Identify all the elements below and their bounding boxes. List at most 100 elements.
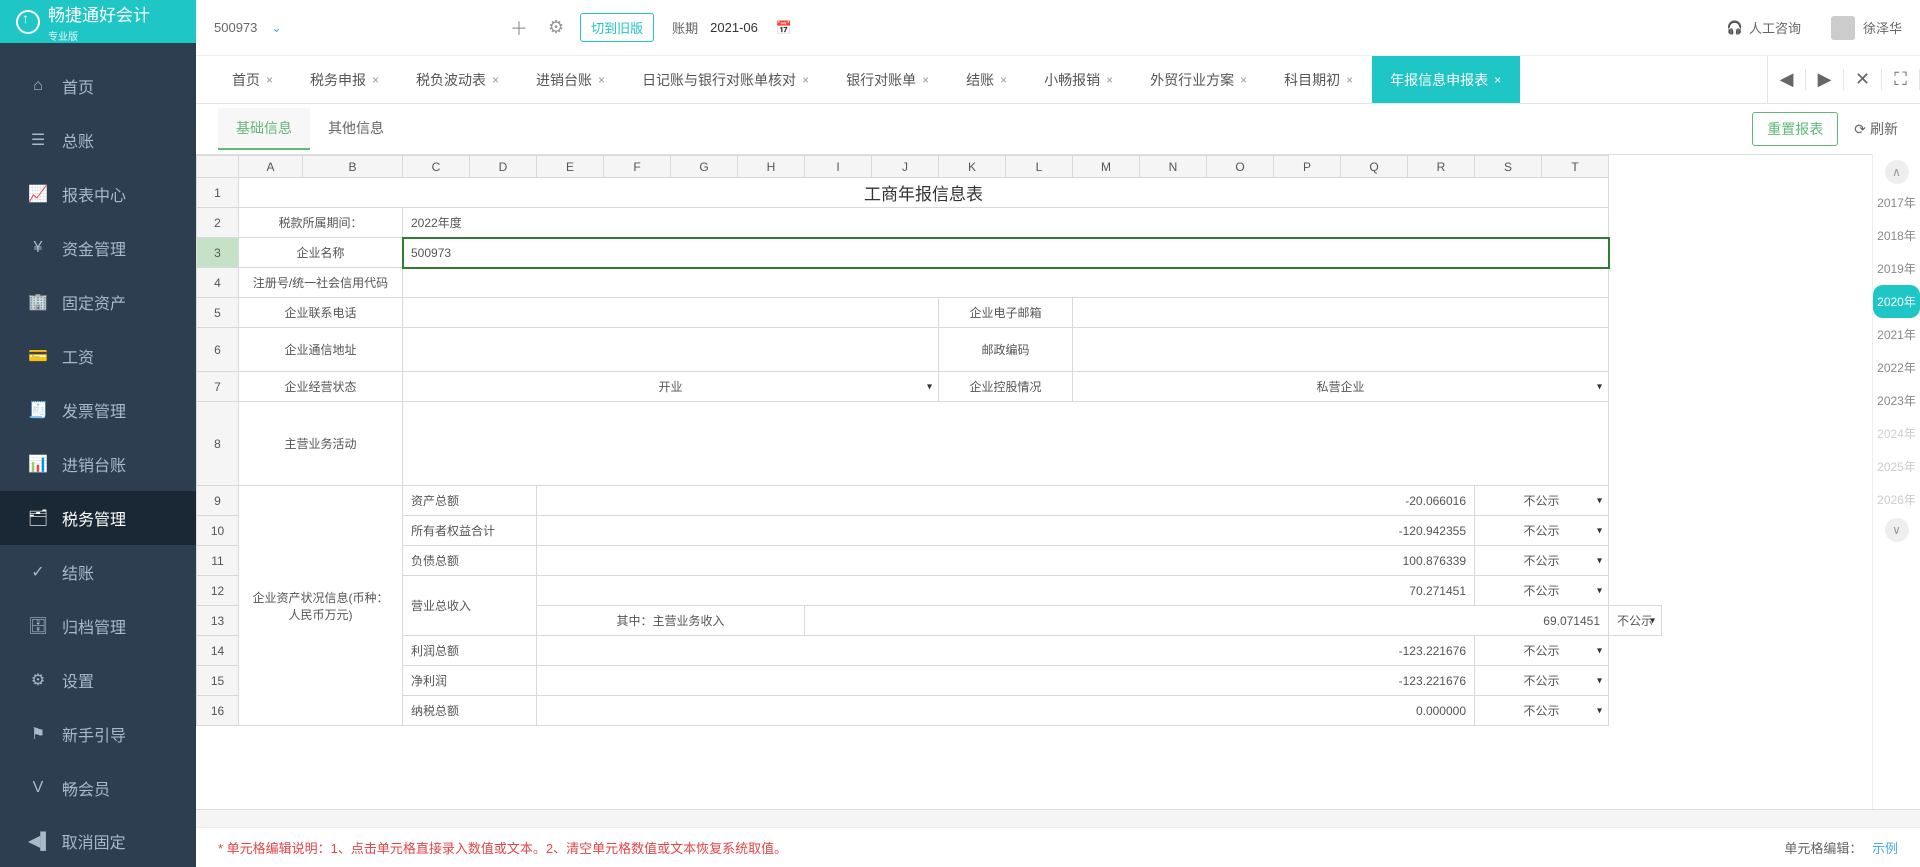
sidebar-item-0[interactable]: ⌂首页: [0, 59, 196, 113]
rebuild-report-button[interactable]: 重置报表: [1752, 112, 1838, 146]
year-2022年[interactable]: 2022年: [1873, 351, 1920, 384]
row-header-14[interactable]: 14: [197, 636, 239, 666]
col-header-N[interactable]: N: [1140, 156, 1207, 178]
refresh-button[interactable]: ⟳ 刷新: [1854, 119, 1898, 139]
period-val[interactable]: 2022年度: [403, 208, 1609, 238]
sidebar-item-10[interactable]: 🗄归档管理: [0, 599, 196, 653]
row-header-6[interactable]: 6: [197, 328, 239, 372]
tab-4[interactable]: 日记账与银行对账单核对×: [624, 56, 828, 103]
col-header-J[interactable]: J: [872, 156, 939, 178]
user-menu[interactable]: 徐泽华: [1831, 16, 1902, 40]
close-icon[interactable]: ×: [1000, 73, 1007, 87]
row-header-1[interactable]: 1: [197, 178, 239, 208]
unpin-button[interactable]: ◀▌ 取消固定: [0, 815, 196, 867]
year-2018年[interactable]: 2018年: [1873, 219, 1920, 252]
fin-pub-15[interactable]: 不公示: [1475, 666, 1609, 696]
close-icon[interactable]: ×: [492, 73, 499, 87]
tab-5[interactable]: 银行对账单×: [828, 56, 948, 103]
col-header-R[interactable]: R: [1408, 156, 1475, 178]
close-icon[interactable]: ×: [1494, 73, 1501, 87]
close-icon[interactable]: ×: [266, 73, 273, 87]
tab-7[interactable]: 小畅报销×: [1026, 56, 1132, 103]
row-header-7[interactable]: 7: [197, 372, 239, 402]
footer-example-link[interactable]: 示例: [1872, 841, 1898, 856]
col-header-I[interactable]: I: [805, 156, 872, 178]
col-header-K[interactable]: K: [939, 156, 1006, 178]
tab-10[interactable]: 年报信息申报表×: [1372, 56, 1520, 103]
row-header-4[interactable]: 4: [197, 268, 239, 298]
tab-0[interactable]: 首页×: [214, 56, 292, 103]
row-header-13[interactable]: 13: [197, 606, 239, 636]
col-header-M[interactable]: M: [1073, 156, 1140, 178]
col-header-L[interactable]: L: [1006, 156, 1073, 178]
fin-pub-9[interactable]: 不公示: [1475, 486, 1609, 516]
add-icon[interactable]: ＋: [506, 11, 532, 45]
year-2020年[interactable]: 2020年: [1873, 285, 1920, 318]
row-val1-7[interactable]: 开业: [403, 372, 939, 402]
horizontal-scrollbar[interactable]: [196, 809, 1920, 827]
fin-pub-14[interactable]: 不公示: [1475, 636, 1609, 666]
sidebar-item-3[interactable]: ¥资金管理: [0, 221, 196, 275]
close-icon[interactable]: ×: [922, 73, 929, 87]
subtab-1[interactable]: 其他信息: [310, 108, 402, 150]
col-header-C[interactable]: C: [403, 156, 470, 178]
sidebar-item-1[interactable]: ☰总账: [0, 113, 196, 167]
sidebar-item-6[interactable]: 🧾发票管理: [0, 383, 196, 437]
subtab-0[interactable]: 基础信息: [218, 108, 310, 150]
row-val-4[interactable]: [403, 268, 1609, 298]
year-2017年[interactable]: 2017年: [1873, 186, 1920, 219]
gear-icon[interactable]: ⚙: [544, 13, 568, 42]
close-icon[interactable]: ×: [372, 73, 379, 87]
year-2019年[interactable]: 2019年: [1873, 252, 1920, 285]
close-icon[interactable]: ×: [1346, 73, 1353, 87]
col-header-E[interactable]: E: [537, 156, 604, 178]
tab-3[interactable]: 进销台账×: [518, 56, 624, 103]
row-val2-6[interactable]: [1073, 328, 1609, 372]
col-header-P[interactable]: P: [1274, 156, 1341, 178]
fin-pub-13[interactable]: 不公示: [1609, 606, 1662, 636]
close-icon[interactable]: ×: [1240, 73, 1247, 87]
row-header-15[interactable]: 15: [197, 666, 239, 696]
tab-9[interactable]: 科目期初×: [1266, 56, 1372, 103]
calendar-icon[interactable]: 📅: [776, 20, 792, 36]
col-header-H[interactable]: H: [738, 156, 805, 178]
year-2021年[interactable]: 2021年: [1873, 318, 1920, 351]
fin-val-9[interactable]: -20.066016: [537, 486, 1475, 516]
sidebar-item-13[interactable]: V畅会员: [0, 761, 196, 815]
year-down-button[interactable]: ∨: [1885, 518, 1909, 542]
fin-pub-10[interactable]: 不公示: [1475, 516, 1609, 546]
row-header-2[interactable]: 2: [197, 208, 239, 238]
spreadsheet[interactable]: ABCDEFGHIJKLMNOPQRST1工商年报信息表2税款所属期间：2022…: [196, 154, 1872, 809]
fin-val-11[interactable]: 100.876339: [537, 546, 1475, 576]
col-header-S[interactable]: S: [1475, 156, 1542, 178]
row-header-16[interactable]: 16: [197, 696, 239, 726]
tab-2[interactable]: 税负波动表×: [398, 56, 518, 103]
sidebar-item-8[interactable]: 🗂税务管理: [0, 491, 196, 545]
row-header-3[interactable]: 3: [197, 238, 239, 268]
tab-6[interactable]: 结账×: [948, 56, 1026, 103]
col-header-B[interactable]: B: [303, 156, 403, 178]
sidebar-item-7[interactable]: 📊进销台账: [0, 437, 196, 491]
fin-val-10[interactable]: -120.942355: [537, 516, 1475, 546]
col-header-G[interactable]: G: [671, 156, 738, 178]
fullscreen-icon[interactable]: ⛶: [1882, 69, 1920, 90]
fin-val-12[interactable]: 70.271451: [537, 576, 1475, 606]
row-header-9[interactable]: 9: [197, 486, 239, 516]
old-version-button[interactable]: 切到旧版: [580, 13, 654, 42]
sidebar-item-5[interactable]: 💳工资: [0, 329, 196, 383]
tabs-close-all-button[interactable]: ✕: [1844, 69, 1882, 90]
col-header-A[interactable]: A: [239, 156, 303, 178]
close-icon[interactable]: ×: [802, 73, 809, 87]
fin-pub-12[interactable]: 不公示: [1475, 576, 1609, 606]
col-header-Q[interactable]: Q: [1341, 156, 1408, 178]
row-val2-5[interactable]: [1073, 298, 1609, 328]
row-header-11[interactable]: 11: [197, 546, 239, 576]
close-icon[interactable]: ×: [1106, 73, 1113, 87]
sidebar-item-11[interactable]: ⚙设置: [0, 653, 196, 707]
row-val-3[interactable]: 500973: [403, 238, 1609, 268]
fin-val-14[interactable]: -123.221676: [537, 636, 1475, 666]
col-header-D[interactable]: D: [470, 156, 537, 178]
fin-val-15[interactable]: -123.221676: [537, 666, 1475, 696]
row-header-5[interactable]: 5: [197, 298, 239, 328]
sidebar-item-4[interactable]: 🏢固定资产: [0, 275, 196, 329]
